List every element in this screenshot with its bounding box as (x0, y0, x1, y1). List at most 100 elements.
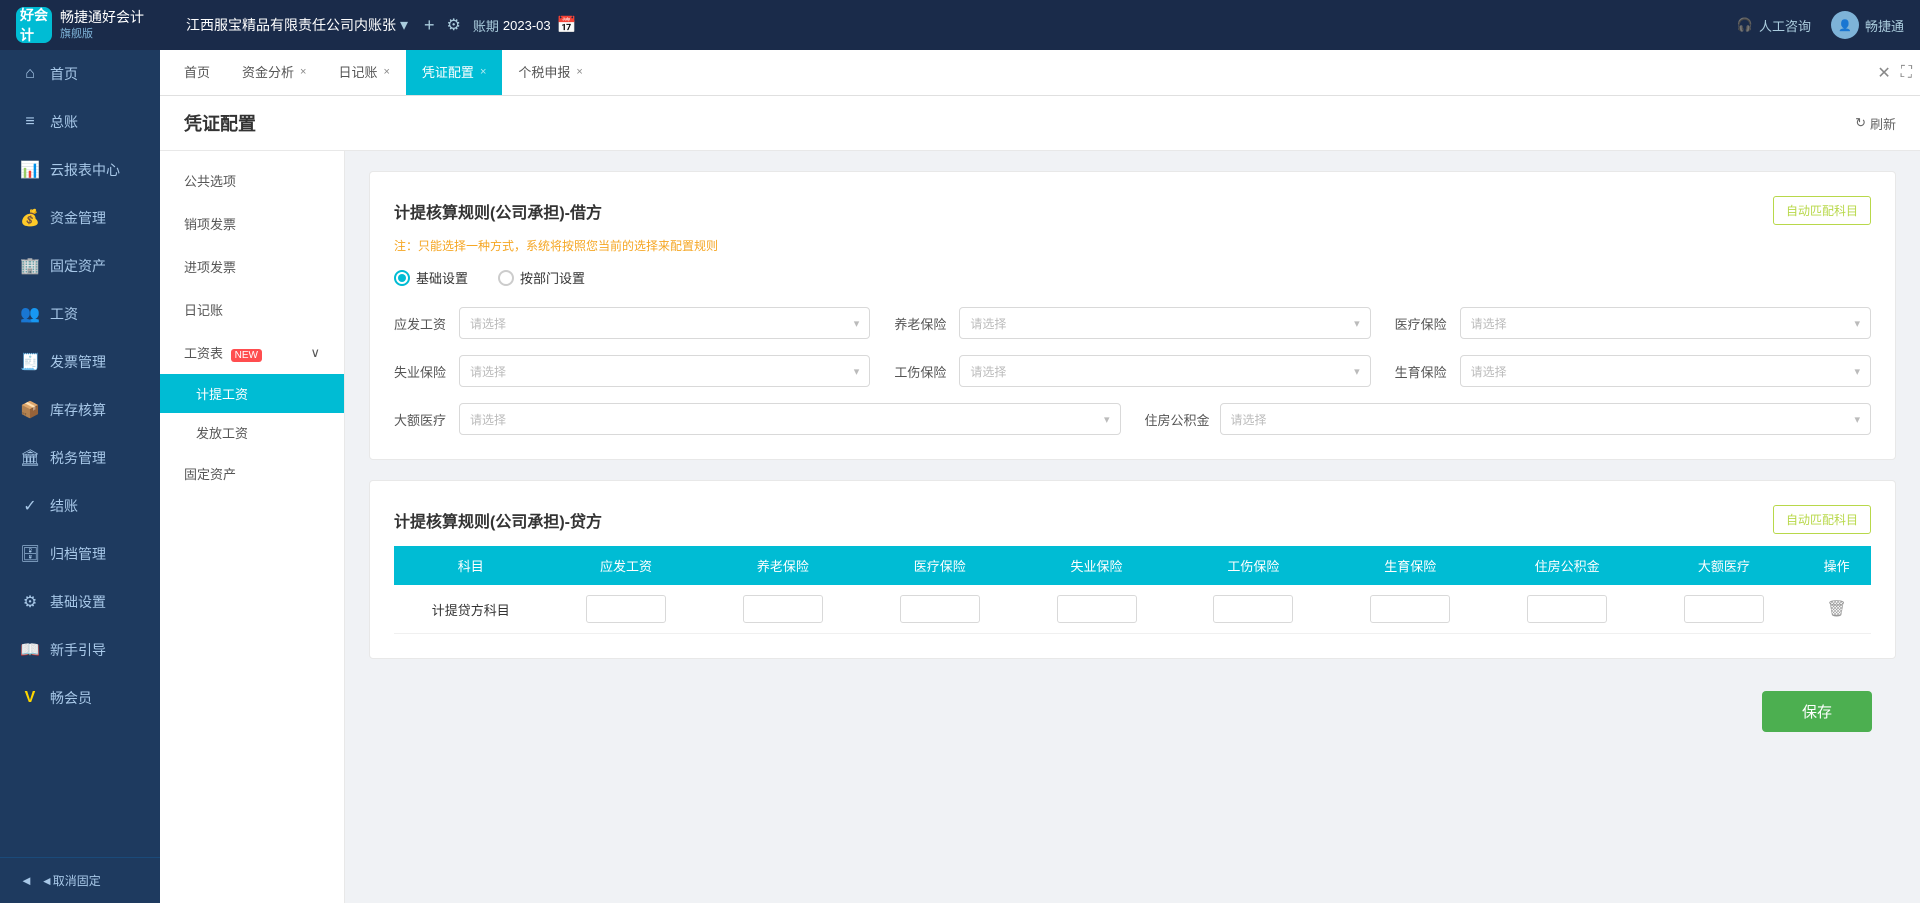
add-company-btn[interactable]: + (424, 15, 435, 36)
field-injury: 工伤保险 请选择 ▾ (894, 355, 1370, 387)
support-label: 人工咨询 (1759, 16, 1811, 35)
sidebar-label-guide: 新手引导 (50, 640, 106, 660)
sidebar-item-vip[interactable]: V 畅会员 (0, 674, 160, 722)
sidebar-item-settings[interactable]: ⚙ 基础设置 (0, 578, 160, 626)
delete-btn[interactable]: 🗑 (1827, 601, 1847, 618)
close-window-btn[interactable]: ✕ (1877, 63, 1890, 83)
select-salary[interactable]: 请选择 ▾ (459, 307, 870, 339)
select-large-med[interactable]: 请选择 ▾ (459, 403, 1121, 435)
debit-form-grid: 应发工资 请选择 ▾ 养老保险 请选择 ▾ (394, 307, 1871, 387)
col-unemploy: 失业保险 (1018, 546, 1175, 585)
input-birth[interactable] (1370, 595, 1450, 623)
label-salary: 应发工资 (394, 314, 449, 333)
settings-icon[interactable]: ⚙ (447, 15, 461, 35)
logo-icon: 好会计 (16, 7, 52, 43)
field-pension: 养老保险 请选择 ▾ (894, 307, 1370, 339)
tab-bar: 首页 资金分析 × 日记账 × 凭证配置 × 个税申报 × ✕ ⛶ (160, 50, 1920, 96)
company-dropdown[interactable]: ▾ (400, 15, 408, 35)
sub-item-salary-pay[interactable]: 发放工资 (160, 413, 344, 452)
tab-journal-close[interactable]: × (383, 66, 389, 78)
col-birth: 生育保险 (1332, 546, 1489, 585)
sidebar-label-checkout: 结账 (50, 496, 78, 516)
input-large-med[interactable] (1684, 595, 1764, 623)
sub-item-salary-table-group[interactable]: 工资表 NEW ∨ (160, 331, 344, 374)
select-housing[interactable]: 请选择 ▾ (1220, 403, 1871, 435)
debit-form-row2: 大额医疗 请选择 ▾ 住房公积金 请选择 ▾ (394, 403, 1871, 435)
select-birth[interactable]: 请选择 ▾ (1460, 355, 1871, 387)
radio-basic[interactable]: 基础设置 (394, 268, 468, 287)
select-housing-placeholder: 请选择 (1231, 411, 1267, 428)
sidebar-label-fixed: 固定资产 (50, 256, 106, 276)
sidebar-item-checkout[interactable]: ✓ 结账 (0, 482, 160, 530)
credit-auto-match-btn[interactable]: 自动匹配科目 (1773, 505, 1871, 534)
input-housing[interactable] (1527, 595, 1607, 623)
sub-item-journal[interactable]: 日记账 (160, 288, 344, 331)
sidebar-item-guide[interactable]: 📖 新手引导 (0, 626, 160, 674)
select-pension-placeholder: 请选择 (970, 315, 1006, 332)
logo-sub: 旗舰版 (60, 25, 144, 41)
period-label: 账期 (473, 16, 499, 35)
sidebar-item-capital[interactable]: 💰 资金管理 (0, 194, 160, 242)
support-btn[interactable]: 🎧 人工咨询 (1737, 16, 1811, 35)
main-layout: ⌂ 首页 ≡ 总账 📊 云报表中心 💰 资金管理 🏢 固定资产 👥 工资 🧾 发… (0, 50, 1920, 903)
col-housing: 住房公积金 (1489, 546, 1646, 585)
sidebar-label-archive: 归档管理 (50, 544, 106, 564)
sidebar-label-salary: 工资 (50, 304, 78, 324)
radio-dept[interactable]: 按部门设置 (498, 268, 585, 287)
sidebar-label-capital: 资金管理 (50, 208, 106, 228)
sidebar-item-salary[interactable]: 👥 工资 (0, 290, 160, 338)
tab-voucher[interactable]: 凭证配置 × (406, 50, 502, 95)
input-pension[interactable] (743, 595, 823, 623)
debit-radio-group: 基础设置 按部门设置 (394, 268, 1871, 287)
select-housing-arrow: ▾ (1854, 413, 1860, 426)
sidebar-item-home[interactable]: ⌂ 首页 (0, 50, 160, 98)
col-subject: 科目 (394, 546, 548, 585)
input-injury[interactable] (1213, 595, 1293, 623)
field-large-med: 大额医疗 请选择 ▾ (394, 403, 1121, 435)
tab-journal[interactable]: 日记账 × (322, 50, 405, 95)
credit-section: 计提核算规则(公司承担)-贷方 自动匹配科目 科目 应发工资 养老保险 医疗保险 (369, 480, 1896, 659)
tab-tax-close[interactable]: × (576, 66, 582, 78)
debit-section-title: 计提核算规则(公司承担)-借方 (394, 199, 602, 223)
tab-tax[interactable]: 个税申报 × (502, 50, 598, 95)
cancel-fixed-icon: ◄ (20, 873, 33, 888)
credit-section-title: 计提核算规则(公司承担)-贷方 (394, 508, 602, 532)
cancel-fixed-label: ◄取消固定 (41, 872, 101, 889)
inventory-icon: 📦 (20, 400, 40, 420)
sidebar-item-fixed[interactable]: 🏢 固定资产 (0, 242, 160, 290)
debit-auto-match-btn[interactable]: 自动匹配科目 (1773, 196, 1871, 225)
sub-item-purchase[interactable]: 进项发票 (160, 245, 344, 288)
user-area[interactable]: 👤 畅捷通 (1831, 11, 1904, 39)
input-salary[interactable] (586, 595, 666, 623)
tab-capital[interactable]: 资金分析 × (226, 50, 322, 95)
expand-window-btn[interactable]: ⛶ (1901, 64, 1912, 82)
select-birth-placeholder: 请选择 (1471, 363, 1507, 380)
select-injury[interactable]: 请选择 ▾ (959, 355, 1370, 387)
sidebar-item-reports[interactable]: 📊 云报表中心 (0, 146, 160, 194)
reports-icon: 📊 (20, 160, 40, 180)
calendar-icon[interactable]: 📅 (557, 15, 577, 35)
sidebar-item-archive[interactable]: 🗄 归档管理 (0, 530, 160, 578)
sub-item-sales[interactable]: 销项发票 (160, 202, 344, 245)
sidebar-item-tax[interactable]: 🏛 税务管理 (0, 434, 160, 482)
sidebar-item-ledger[interactable]: ≡ 总账 (0, 98, 160, 146)
sub-item-salary-calc[interactable]: 计提工资 (160, 374, 344, 413)
sub-item-fixed-assets[interactable]: 固定资产 (160, 452, 344, 495)
checkout-icon: ✓ (20, 496, 40, 516)
field-birth: 生育保险 请选择 ▾ (1395, 355, 1871, 387)
select-pension[interactable]: 请选择 ▾ (959, 307, 1370, 339)
expand-icon: ∨ (310, 345, 320, 361)
input-unemploy[interactable] (1057, 595, 1137, 623)
save-btn[interactable]: 保存 (1762, 691, 1872, 732)
tab-capital-close[interactable]: × (300, 66, 306, 78)
sub-item-public[interactable]: 公共选项 (160, 159, 344, 202)
refresh-btn[interactable]: ↻ 刷新 (1855, 114, 1896, 133)
tab-home[interactable]: 首页 (168, 50, 226, 95)
tab-voucher-close[interactable]: × (480, 66, 486, 78)
select-medical[interactable]: 请选择 ▾ (1460, 307, 1871, 339)
select-unemploy[interactable]: 请选择 ▾ (459, 355, 870, 387)
input-medical[interactable] (900, 595, 980, 623)
sidebar-item-invoice[interactable]: 🧾 发票管理 (0, 338, 160, 386)
sidebar-item-inventory[interactable]: 📦 库存核算 (0, 386, 160, 434)
cancel-fixed-btn[interactable]: ◄ ◄取消固定 (0, 857, 160, 903)
